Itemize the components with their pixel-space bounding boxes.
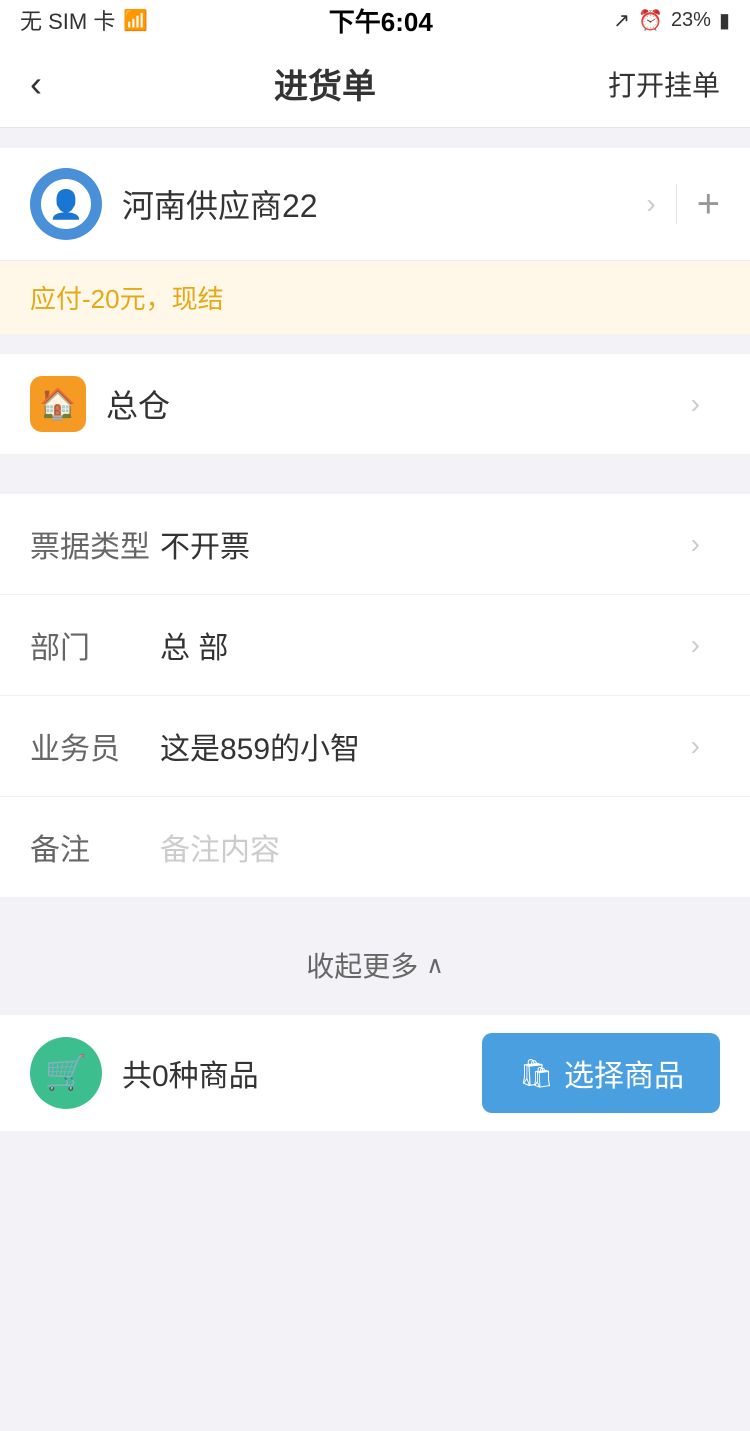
warehouse-icon-bg: 🏠 [30,376,86,432]
status-indicators: ↗ ⏰ 23% ▮ [613,8,730,33]
open-pending-button[interactable]: 打开挂单 [608,64,720,104]
department-chevron-icon: › [691,629,700,661]
product-icon-wrap: 🛒 [30,1037,102,1109]
warehouse-row[interactable]: 🏠 总仓 › [0,354,750,454]
warehouse-name: 总仓 [106,381,691,427]
product-icon: 🛒 [45,1053,87,1093]
note-row[interactable]: 备注 备注内容 [0,797,750,897]
battery-icon: ▮ [719,8,730,33]
avatar: 👤 [30,168,102,240]
page-title: 进货单 [274,59,376,108]
battery-text: 23% [671,9,711,32]
invoice-value: 不开票 [150,522,691,566]
warehouse-chevron-icon: › [691,388,700,420]
supplier-chevron-icon: › [646,188,655,220]
page-background [0,1131,750,1431]
form-divider [0,454,750,474]
invoice-row[interactable]: 票据类型 不开票 › [0,494,750,595]
department-label: 部门 [30,623,150,667]
location-icon: ↗ [613,8,630,33]
select-product-icon: 🛍 [518,1057,554,1090]
bottom-bar: 🛒 共0种商品 🛍 选择商品 [0,1015,750,1131]
alarm-icon: ⏰ [638,8,663,33]
middle-divider [0,334,750,354]
department-value: 总 部 [150,623,691,667]
supplier-section: 👤 河南供应商22 › + 应付-20元，现结 [0,148,750,334]
product-count: 共0种商品 [122,1051,482,1095]
status-time: 下午6:04 [329,2,433,39]
note-input[interactable]: 备注内容 [150,825,720,869]
avatar-inner: 👤 [41,179,91,229]
sales-value: 这是859的小智 [150,724,691,768]
invoice-chevron-icon: › [691,528,700,560]
wifi-icon: 📶 [123,8,148,33]
notice-text: 应付-20元，现结 [30,284,224,314]
note-label: 备注 [30,825,150,869]
warehouse-section[interactable]: 🏠 总仓 › [0,354,750,454]
invoice-label: 票据类型 [30,522,150,566]
back-button[interactable]: ‹ [30,63,42,105]
sales-row[interactable]: 业务员 这是859的小智 › [0,696,750,797]
collapse-bar[interactable]: 收起更多 ∧ [0,917,750,1013]
supplier-name: 河南供应商22 [122,181,646,227]
vertical-divider [676,184,677,224]
sales-chevron-icon: › [691,730,700,762]
form-section: 票据类型 不开票 › 部门 总 部 › 业务员 这是859的小智 › 备注 备注… [0,494,750,897]
nav-bar: ‹ 进货单 打开挂单 [0,40,750,128]
add-supplier-button[interactable]: + [697,182,720,227]
carrier-info: 无 SIM 卡 📶 [20,4,148,36]
carrier-text: 无 SIM 卡 [20,4,115,36]
collapse-icon: ∧ [426,951,444,980]
warehouse-icon: 🏠 [39,387,76,422]
sales-label: 业务员 [30,724,150,768]
supplier-row[interactable]: 👤 河南供应商22 › + [0,148,750,261]
notice-bar: 应付-20元，现结 [0,261,750,334]
top-divider [0,128,750,148]
status-bar: 无 SIM 卡 📶 下午6:04 ↗ ⏰ 23% ▮ [0,0,750,40]
person-icon: 👤 [49,188,84,221]
select-product-button[interactable]: 🛍 选择商品 [482,1033,720,1113]
select-product-label: 选择商品 [564,1051,684,1095]
collapse-text: 收起更多 [306,945,418,985]
department-row[interactable]: 部门 总 部 › [0,595,750,696]
